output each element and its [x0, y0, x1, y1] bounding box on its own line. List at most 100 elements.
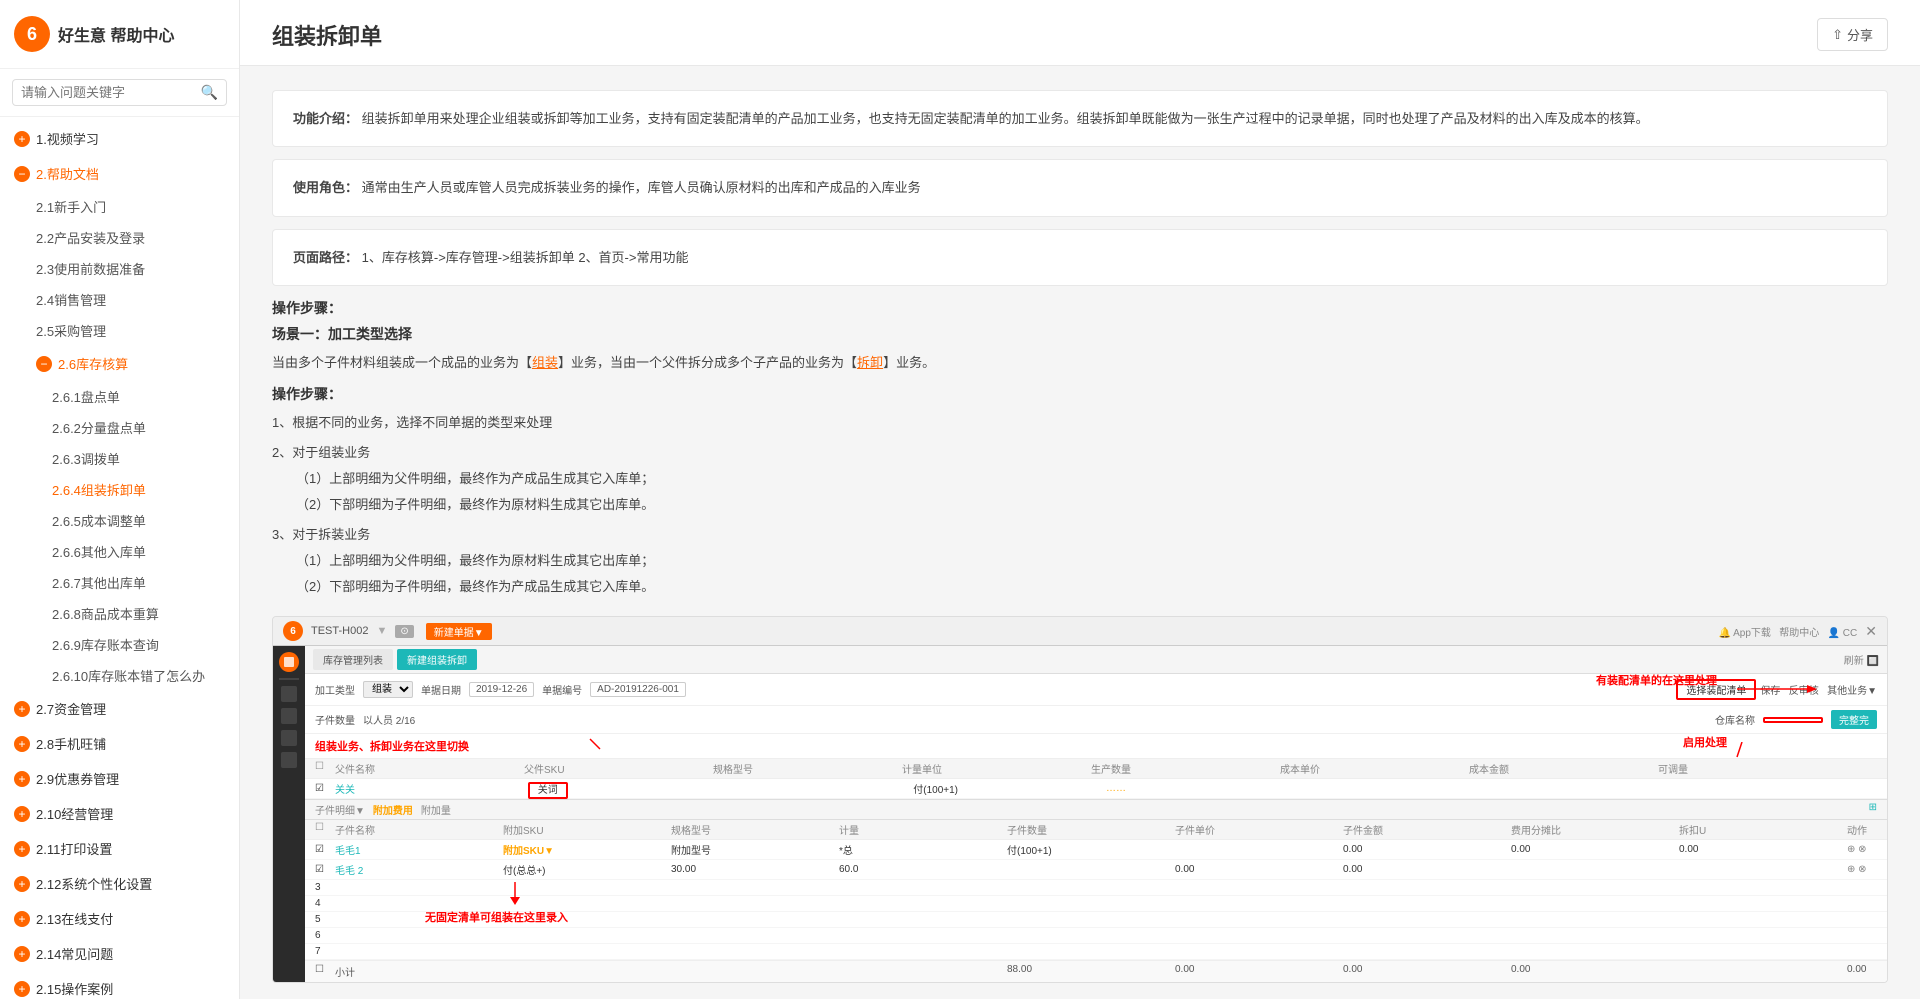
sidebar-item-docs[interactable]: − 2.帮助文档 — [0, 156, 239, 191]
expand-icon-faq: + — [14, 946, 30, 962]
search-box[interactable]: 🔍 — [12, 79, 227, 106]
sidebar-item-assembly[interactable]: 2.6.4组装拆卸单 — [0, 474, 239, 505]
mock-icon4 — [281, 730, 297, 746]
sidebar-item-otheroutstock[interactable]: 2.6.7其他出库单 — [0, 567, 239, 598]
sidebar-item-sales[interactable]: 2.4销售管理 — [0, 284, 239, 315]
sidebar-item-stockcheck[interactable]: 2.6.9库存账本查询 — [0, 629, 239, 660]
mock-arrow2 — [585, 734, 615, 757]
mock-lr2-check: ☑ — [315, 864, 335, 875]
mock-upper-table-header: ☐ 父件名称 父件SKU 规格型号 计量单位 生产数量 成本单价 成本金额 可调… — [305, 758, 1887, 779]
mock-form-date-label: 单据日期 — [421, 682, 461, 697]
mock-arrow4 — [505, 882, 525, 910]
mock-lth-child: 子件名称 — [335, 822, 503, 837]
mock-lower-row1: ☑ 毛毛1 附加SKU▼ 附加型号 *总 付(100+1) 0.00 0.00 … — [305, 840, 1887, 860]
sidebar-item-onlinepay[interactable]: + 2.13在线支付 — [0, 901, 239, 936]
ops-title: 操作步骤： — [272, 300, 342, 316]
sidebar-item-stockerr[interactable]: 2.6.10库存账本错了怎么办 — [0, 660, 239, 691]
sidebar-item-inventory[interactable]: − 2.6库存核算 — [0, 346, 239, 381]
intro-text: 组装拆卸单用来处理企业组装或拆卸等加工业务，支持有固定装配清单的产品加工业务，也… — [362, 111, 1649, 126]
mock-logo: 6 — [283, 621, 303, 641]
role-block: 使用角色： 通常由生产人员或库管人员完成拆装业务的操作，库管人员确认原材料的出库… — [272, 159, 1888, 216]
mock-form-row2: 子件数量 以人员 2/16 仓库名称 完整完 — [305, 706, 1887, 734]
mock-icon5 — [281, 752, 297, 768]
step2-1: （1）上部明细为父件明细，最终作为产成品生成其它入库单； — [296, 466, 1888, 492]
mock-th-spec: 规格型号 — [713, 761, 902, 776]
assembly-link[interactable]: 组装 — [532, 355, 558, 370]
ops-steps-title: 操作步骤： — [272, 386, 342, 402]
mock-type-select[interactable]: 组装 — [363, 681, 413, 698]
mock-badge1: ⊙ — [395, 625, 413, 638]
mock-footer-s2 — [671, 964, 839, 979]
mock-lower-tab1[interactable]: 子件明细▼ — [315, 802, 365, 817]
sidebar-item-partition[interactable]: 2.6.2分量盘点单 — [0, 412, 239, 443]
expand-icon-mobile: + — [14, 736, 30, 752]
screenshot-container: 6 TEST-H002 ▼ ⊙ 新建单据▼ 🔔 App下载 帮助中心 👤 CC … — [272, 616, 1888, 983]
sidebar-item-faq[interactable]: + 2.14常见问题 — [0, 936, 239, 971]
mock-lower-tab3: 附加量 — [421, 802, 451, 817]
sidebar-item-sysconfig[interactable]: + 2.12系统个性化设置 — [0, 866, 239, 901]
mock-divider1 — [279, 678, 299, 680]
mock-lower-tab2[interactable]: 附加费用 — [373, 802, 413, 817]
sidebar-item-transfer[interactable]: 2.6.3调拨单 — [0, 443, 239, 474]
sidebar-search: 🔍 — [0, 69, 239, 117]
sidebar-item-newbie[interactable]: 2.1新手入门 — [0, 191, 239, 222]
mock-icon-bar — [273, 646, 305, 982]
mock-lower-icon: ⊞ — [1869, 802, 1877, 817]
mock-lth-check: ☐ — [315, 822, 335, 837]
main-header: 组装拆卸单 ⇧ 分享 — [240, 0, 1920, 66]
mock-th-count: 计量单位 — [902, 761, 1091, 776]
mock-lth-avail: 拆扣U — [1679, 822, 1847, 837]
search-input[interactable] — [21, 85, 201, 100]
logo-icon: 6 — [14, 16, 50, 52]
mock-footer-s5: 0.00 — [1175, 964, 1343, 979]
mock-annotation3: 启用处理 — [1683, 734, 1727, 750]
mock-lower-section: 子件明细▼ 附加费用 附加量 ⊞ — [305, 799, 1887, 820]
sidebar-item-install[interactable]: 2.2产品安装及登录 — [0, 222, 239, 253]
share-button[interactable]: ⇧ 分享 — [1817, 18, 1888, 51]
mock-lower-spacer — [459, 802, 1861, 817]
mock-close-icon[interactable]: ✕ — [1865, 623, 1877, 640]
mock-warehouse-input[interactable] — [1763, 717, 1823, 723]
mock-row1-check: ☑ — [315, 783, 335, 794]
sidebar-item-video[interactable]: + 1.视频学习 — [0, 121, 239, 156]
sidebar-item-mobile[interactable]: + 2.8手机旺铺 — [0, 726, 239, 761]
mock-lr1-action[interactable]: ⊕ ⊗ — [1847, 844, 1877, 855]
mock-lr1-spec: 附加型号 — [671, 842, 839, 857]
step3-1: （1）上部明细为父件明细，最终作为原材料生成其它出库单； — [296, 548, 1888, 574]
search-icon[interactable]: 🔍 — [201, 84, 218, 101]
sidebar-item-stockcount[interactable]: 2.6.1盘点单 — [0, 381, 239, 412]
mock-tab-new[interactable]: 新建组装拆卸 — [397, 649, 477, 670]
sidebar-item-costadj[interactable]: 2.6.5成本调整单 — [0, 505, 239, 536]
mock-annotation4: 无固定清单可组装在这里录入 — [425, 909, 568, 925]
sidebar-item-otherinstock[interactable]: 2.6.6其他入库单 — [0, 536, 239, 567]
mock-th-parent: 父件名称 — [335, 761, 524, 776]
mock-separator: ▼ — [376, 625, 387, 637]
expand-icon-sysconfig: + — [14, 876, 30, 892]
step3: 3、对于拆装业务 — [272, 522, 1888, 548]
sidebar-item-coupon[interactable]: + 2.9优惠券管理 — [0, 761, 239, 796]
sidebar-item-goodscost[interactable]: 2.6.8商品成本重算 — [0, 598, 239, 629]
sidebar-item-print[interactable]: + 2.11打印设置 — [0, 831, 239, 866]
sidebar-item-purchase[interactable]: 2.5采购管理 — [0, 315, 239, 346]
sidebar-item-ops[interactable]: + 2.10经营管理 — [0, 796, 239, 831]
mock-th-check: ☐ — [315, 761, 335, 776]
mock-sku-input[interactable]: 关词 — [528, 782, 568, 799]
sidebar-item-finance[interactable]: + 2.7资金管理 — [0, 691, 239, 726]
mock-confirm-btn[interactable]: 完整完 — [1831, 710, 1877, 729]
mock-lr2-action[interactable]: ⊕ ⊗ — [1847, 864, 1877, 875]
share-icon: ⇧ — [1832, 27, 1843, 43]
expand-icon-print: + — [14, 841, 30, 857]
mock-annotation1: 有装配清单的在这里处理 — [1596, 672, 1717, 688]
mock-new-doc-btn[interactable]: 新建单据▼ — [426, 623, 492, 640]
sidebar-item-prepare[interactable]: 2.3使用前数据准备 — [0, 253, 239, 284]
mock-tab-list[interactable]: 库存管理列表 — [313, 649, 393, 670]
mock-lower-row6: 6 — [305, 928, 1887, 944]
disassembly-link[interactable]: 拆卸 — [857, 355, 883, 370]
mock-lth-unit: 计量 — [839, 822, 1007, 837]
mock-footer-action: 0.00 — [1847, 964, 1877, 979]
mock-lth-cost: 子件单价 — [1175, 822, 1343, 837]
sidebar-item-usecase[interactable]: + 2.15操作案例 — [0, 971, 239, 999]
mock-row1-name: 关关 — [335, 781, 528, 796]
mock-lr1-name: 毛毛1 — [335, 842, 503, 857]
page-title: 组装拆卸单 — [272, 19, 382, 51]
